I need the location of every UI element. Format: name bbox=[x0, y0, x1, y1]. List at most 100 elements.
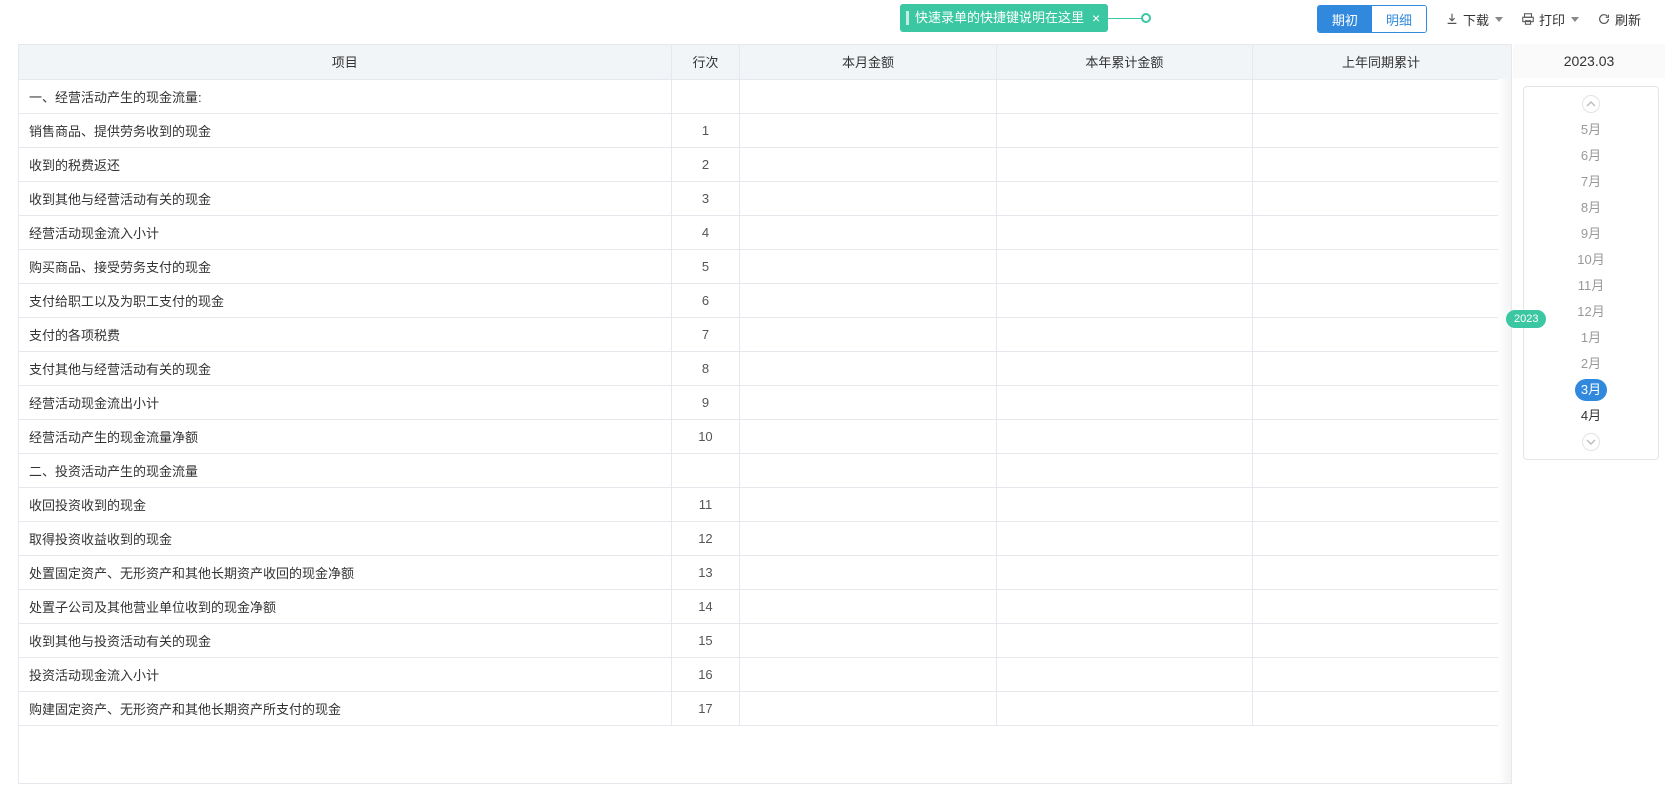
refresh-button[interactable]: 刷新 bbox=[1597, 10, 1641, 29]
cell-this-month[interactable] bbox=[740, 249, 996, 283]
period-month-list: 5月6月7月8月9月10月11月12月1月2月3月4月 bbox=[1526, 117, 1656, 429]
period-month[interactable]: 1月 bbox=[1526, 325, 1656, 351]
period-month[interactable]: 9月 bbox=[1526, 221, 1656, 247]
cell-prior-year[interactable] bbox=[1253, 419, 1509, 453]
cell-this-month[interactable] bbox=[740, 419, 996, 453]
cell-prior-year[interactable] bbox=[1253, 453, 1509, 487]
period-month[interactable]: 7月 bbox=[1526, 169, 1656, 195]
header-prior-year: 上年同期累计 bbox=[1253, 45, 1509, 79]
cell-line-no: 2 bbox=[671, 147, 740, 181]
cell-this-month[interactable] bbox=[740, 181, 996, 215]
cell-this-month[interactable] bbox=[740, 623, 996, 657]
cell-ytd[interactable] bbox=[996, 555, 1252, 589]
cell-ytd[interactable] bbox=[996, 589, 1252, 623]
header-line-no: 行次 bbox=[671, 45, 740, 79]
cell-this-month[interactable] bbox=[740, 385, 996, 419]
period-scroll-up[interactable] bbox=[1582, 95, 1600, 113]
header-this-month: 本月金额 bbox=[740, 45, 996, 79]
cell-ytd[interactable] bbox=[996, 351, 1252, 385]
cell-this-month[interactable] bbox=[740, 351, 996, 385]
period-month[interactable]: 4月 bbox=[1526, 403, 1656, 429]
cell-item: 取得投资收益收到的现金 bbox=[19, 521, 671, 555]
cell-this-month[interactable] bbox=[740, 147, 996, 181]
cell-ytd[interactable] bbox=[996, 521, 1252, 555]
cell-prior-year[interactable] bbox=[1253, 589, 1509, 623]
cell-item: 支付的各项税费 bbox=[19, 317, 671, 351]
cell-item: 经营活动现金流出小计 bbox=[19, 385, 671, 419]
cell-this-month[interactable] bbox=[740, 113, 996, 147]
cell-prior-year[interactable] bbox=[1253, 283, 1509, 317]
tip-connector-dot bbox=[1141, 13, 1151, 23]
cell-ytd[interactable] bbox=[996, 181, 1252, 215]
cell-ytd[interactable] bbox=[996, 79, 1252, 113]
cell-ytd[interactable] bbox=[996, 657, 1252, 691]
cell-item: 二、投资活动产生的现金流量 bbox=[19, 453, 671, 487]
cell-ytd[interactable] bbox=[996, 691, 1252, 725]
cell-ytd[interactable] bbox=[996, 385, 1252, 419]
cell-this-month[interactable] bbox=[740, 691, 996, 725]
expand-columns-button[interactable] bbox=[1498, 44, 1512, 784]
cell-item: 收到其他与投资活动有关的现金 bbox=[19, 623, 671, 657]
cell-this-month[interactable] bbox=[740, 555, 996, 589]
cell-prior-year[interactable] bbox=[1253, 147, 1509, 181]
cell-ytd[interactable] bbox=[996, 283, 1252, 317]
table-scroll[interactable]: 项目 行次 本月金额 本年累计金额 上年同期累计 一、经营活动产生的现金流量:销… bbox=[19, 45, 1509, 783]
cell-prior-year[interactable] bbox=[1253, 351, 1509, 385]
cell-prior-year[interactable] bbox=[1253, 487, 1509, 521]
cell-prior-year[interactable] bbox=[1253, 385, 1509, 419]
period-scroll-down[interactable] bbox=[1582, 433, 1600, 451]
cell-line-no: 14 bbox=[671, 589, 740, 623]
detail-button[interactable]: 明细 bbox=[1372, 6, 1426, 32]
cell-prior-year[interactable] bbox=[1253, 657, 1509, 691]
cell-this-month[interactable] bbox=[740, 79, 996, 113]
cell-prior-year[interactable] bbox=[1253, 521, 1509, 555]
cell-this-month[interactable] bbox=[740, 589, 996, 623]
table-row: 投资活动现金流入小计16 bbox=[19, 657, 1509, 691]
period-month[interactable]: 2月 bbox=[1526, 351, 1656, 377]
cell-line-no: 3 bbox=[671, 181, 740, 215]
period-begin-button[interactable]: 期初 bbox=[1318, 6, 1372, 32]
cell-this-month[interactable] bbox=[740, 521, 996, 555]
table-row: 支付其他与经营活动有关的现金8 bbox=[19, 351, 1509, 385]
table-row: 经营活动现金流入小计4 bbox=[19, 215, 1509, 249]
cell-this-month[interactable] bbox=[740, 283, 996, 317]
cell-this-month[interactable] bbox=[740, 215, 996, 249]
period-month[interactable]: 8月 bbox=[1526, 195, 1656, 221]
cell-ytd[interactable] bbox=[996, 623, 1252, 657]
cell-prior-year[interactable] bbox=[1253, 691, 1509, 725]
cell-prior-year[interactable] bbox=[1253, 555, 1509, 589]
period-month[interactable]: 5月 bbox=[1526, 117, 1656, 143]
cell-prior-year[interactable] bbox=[1253, 215, 1509, 249]
cell-this-month[interactable] bbox=[740, 453, 996, 487]
cell-line-no: 10 bbox=[671, 419, 740, 453]
cell-ytd[interactable] bbox=[996, 147, 1252, 181]
download-icon bbox=[1445, 12, 1459, 26]
cell-item: 投资活动现金流入小计 bbox=[19, 657, 671, 691]
cell-ytd[interactable] bbox=[996, 453, 1252, 487]
cell-prior-year[interactable] bbox=[1253, 79, 1509, 113]
cell-this-month[interactable] bbox=[740, 487, 996, 521]
cell-ytd[interactable] bbox=[996, 317, 1252, 351]
period-month[interactable]: 6月 bbox=[1526, 143, 1656, 169]
period-month[interactable]: 10月 bbox=[1526, 247, 1656, 273]
cell-prior-year[interactable] bbox=[1253, 623, 1509, 657]
cell-prior-year[interactable] bbox=[1253, 181, 1509, 215]
cell-ytd[interactable] bbox=[996, 215, 1252, 249]
cell-prior-year[interactable] bbox=[1253, 249, 1509, 283]
cell-ytd[interactable] bbox=[996, 487, 1252, 521]
table-header-row: 项目 行次 本月金额 本年累计金额 上年同期累计 bbox=[19, 45, 1509, 79]
toolbar: 快速录单的快捷键说明在这里 × 期初 明细 下载 打印 bbox=[0, 0, 1665, 38]
header-item: 项目 bbox=[19, 45, 671, 79]
period-month-active[interactable]: 3月 bbox=[1526, 377, 1656, 403]
print-button[interactable]: 打印 bbox=[1521, 10, 1579, 29]
cell-ytd[interactable] bbox=[996, 113, 1252, 147]
cell-this-month[interactable] bbox=[740, 317, 996, 351]
cell-prior-year[interactable] bbox=[1253, 317, 1509, 351]
cell-ytd[interactable] bbox=[996, 249, 1252, 283]
cell-this-month[interactable] bbox=[740, 657, 996, 691]
cell-prior-year[interactable] bbox=[1253, 113, 1509, 147]
close-icon[interactable]: × bbox=[1092, 4, 1100, 32]
period-month[interactable]: 11月 bbox=[1526, 273, 1656, 299]
download-button[interactable]: 下载 bbox=[1445, 10, 1503, 29]
cell-ytd[interactable] bbox=[996, 419, 1252, 453]
